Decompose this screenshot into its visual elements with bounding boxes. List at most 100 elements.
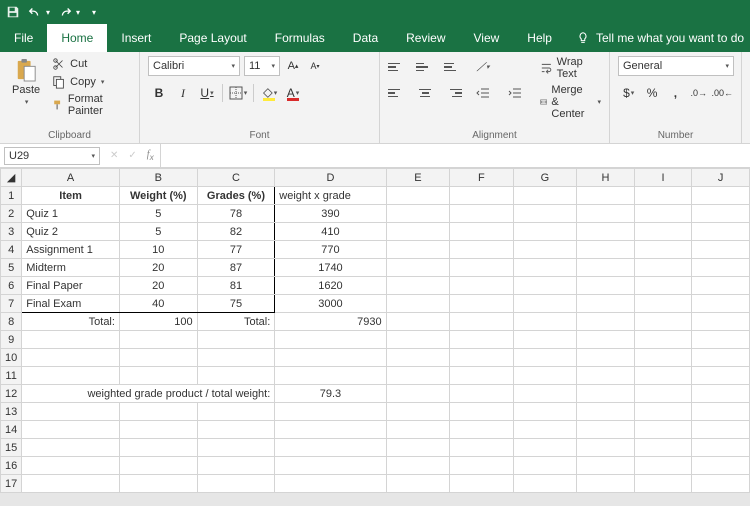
- cell-H5[interactable]: [577, 259, 635, 277]
- cell-A10[interactable]: [22, 349, 120, 367]
- align-middle-button[interactable]: [416, 58, 434, 76]
- cell-F16[interactable]: [450, 457, 514, 475]
- col-header-H[interactable]: H: [577, 169, 635, 187]
- col-header-D[interactable]: D: [275, 169, 386, 187]
- cell-G17[interactable]: [513, 475, 577, 493]
- cell-A15[interactable]: [22, 439, 120, 457]
- cell-H3[interactable]: [577, 223, 635, 241]
- undo-icon[interactable]: [28, 5, 42, 19]
- number-format-select[interactable]: General▾: [618, 56, 734, 76]
- cell-G13[interactable]: [513, 403, 577, 421]
- row-header-12[interactable]: 12: [1, 385, 22, 403]
- cell-I6[interactable]: [634, 277, 692, 295]
- cell-B7[interactable]: 40: [119, 295, 197, 313]
- undo-caret-icon[interactable]: ▾: [46, 8, 50, 17]
- underline-button[interactable]: U▾: [196, 82, 218, 104]
- cell-B14[interactable]: [119, 421, 197, 439]
- paste-button[interactable]: Paste ▾: [8, 56, 44, 118]
- cell-A14[interactable]: [22, 421, 120, 439]
- cell-A16[interactable]: [22, 457, 120, 475]
- tab-file[interactable]: File: [0, 24, 47, 52]
- copy-button[interactable]: Copy▾: [50, 74, 131, 90]
- col-header-C[interactable]: C: [197, 169, 275, 187]
- cell-J10[interactable]: [692, 349, 750, 367]
- cell-C1[interactable]: Grades (%): [197, 187, 275, 205]
- cell-F15[interactable]: [450, 439, 514, 457]
- cell-E14[interactable]: [386, 421, 450, 439]
- cell-C13[interactable]: [197, 403, 275, 421]
- redo-caret-icon[interactable]: ▾: [76, 8, 80, 17]
- cell-C15[interactable]: [197, 439, 275, 457]
- cell-G11[interactable]: [513, 367, 577, 385]
- cell-H14[interactable]: [577, 421, 635, 439]
- tab-view[interactable]: View: [460, 24, 514, 52]
- select-all-cell[interactable]: ◢: [1, 169, 22, 187]
- borders-button[interactable]: ▾: [227, 82, 249, 104]
- cell-A5[interactable]: Midterm: [22, 259, 120, 277]
- cell-A3[interactable]: Quiz 2: [22, 223, 120, 241]
- cell-H15[interactable]: [577, 439, 635, 457]
- cell-D7[interactable]: 3000: [275, 295, 386, 313]
- cell-C5[interactable]: 87: [197, 259, 275, 277]
- cell-F9[interactable]: [450, 331, 514, 349]
- cell-G1[interactable]: [513, 187, 577, 205]
- col-header-A[interactable]: A: [22, 169, 120, 187]
- row-header-7[interactable]: 7: [1, 295, 22, 313]
- cell-D13[interactable]: [275, 403, 386, 421]
- cell-F8[interactable]: [450, 313, 514, 331]
- paste-caret-icon[interactable]: ▾: [25, 98, 29, 106]
- font-color-button[interactable]: A▾: [282, 82, 304, 104]
- row-header-5[interactable]: 5: [1, 259, 22, 277]
- tab-help[interactable]: Help: [513, 24, 566, 52]
- tab-review[interactable]: Review: [392, 24, 459, 52]
- cell-B3[interactable]: 5: [119, 223, 197, 241]
- cell-E17[interactable]: [386, 475, 450, 493]
- decrease-indent-button[interactable]: [472, 82, 494, 104]
- fill-color-button[interactable]: ▾: [258, 82, 280, 104]
- col-header-J[interactable]: J: [692, 169, 750, 187]
- cell-C11[interactable]: [197, 367, 275, 385]
- cell-A2[interactable]: Quiz 1: [22, 205, 120, 223]
- cell-A12[interactable]: weighted grade product / total weight:: [22, 385, 275, 403]
- cell-B15[interactable]: [119, 439, 197, 457]
- cell-H1[interactable]: [577, 187, 635, 205]
- cell-E11[interactable]: [386, 367, 450, 385]
- wrap-text-button[interactable]: Wrap Text: [540, 56, 601, 80]
- cell-E16[interactable]: [386, 457, 450, 475]
- cell-J11[interactable]: [692, 367, 750, 385]
- cell-A7[interactable]: Final Exam: [22, 295, 120, 313]
- cell-I7[interactable]: [634, 295, 692, 313]
- cell-I3[interactable]: [634, 223, 692, 241]
- cell-H17[interactable]: [577, 475, 635, 493]
- cell-I13[interactable]: [634, 403, 692, 421]
- accounting-format-button[interactable]: $▾: [618, 82, 639, 104]
- cell-C8[interactable]: Total:: [197, 313, 275, 331]
- cell-E3[interactable]: [386, 223, 450, 241]
- merge-center-button[interactable]: Merge & Center▾: [540, 84, 601, 120]
- cell-I5[interactable]: [634, 259, 692, 277]
- cell-I16[interactable]: [634, 457, 692, 475]
- cell-F3[interactable]: [450, 223, 514, 241]
- increase-decimal-button[interactable]: .0→: [688, 82, 709, 104]
- cell-C7[interactable]: 75: [197, 295, 275, 313]
- cell-D5[interactable]: 1740: [275, 259, 386, 277]
- cell-E5[interactable]: [386, 259, 450, 277]
- cell-A6[interactable]: Final Paper: [22, 277, 120, 295]
- cell-G2[interactable]: [513, 205, 577, 223]
- fx-icon[interactable]: fx: [147, 149, 154, 162]
- row-header-3[interactable]: 3: [1, 223, 22, 241]
- cell-A9[interactable]: [22, 331, 120, 349]
- cell-E7[interactable]: [386, 295, 450, 313]
- row-header-8[interactable]: 8: [1, 313, 22, 331]
- cell-G15[interactable]: [513, 439, 577, 457]
- format-painter-button[interactable]: Format Painter: [50, 92, 131, 118]
- decrease-decimal-button[interactable]: .00←: [712, 82, 734, 104]
- cell-D14[interactable]: [275, 421, 386, 439]
- cell-D17[interactable]: [275, 475, 386, 493]
- cell-F4[interactable]: [450, 241, 514, 259]
- orientation-button[interactable]: ⟋▾: [472, 56, 494, 78]
- cell-D10[interactable]: [275, 349, 386, 367]
- cell-B2[interactable]: 5: [119, 205, 197, 223]
- cell-A8[interactable]: Total:: [22, 313, 120, 331]
- row-header-13[interactable]: 13: [1, 403, 22, 421]
